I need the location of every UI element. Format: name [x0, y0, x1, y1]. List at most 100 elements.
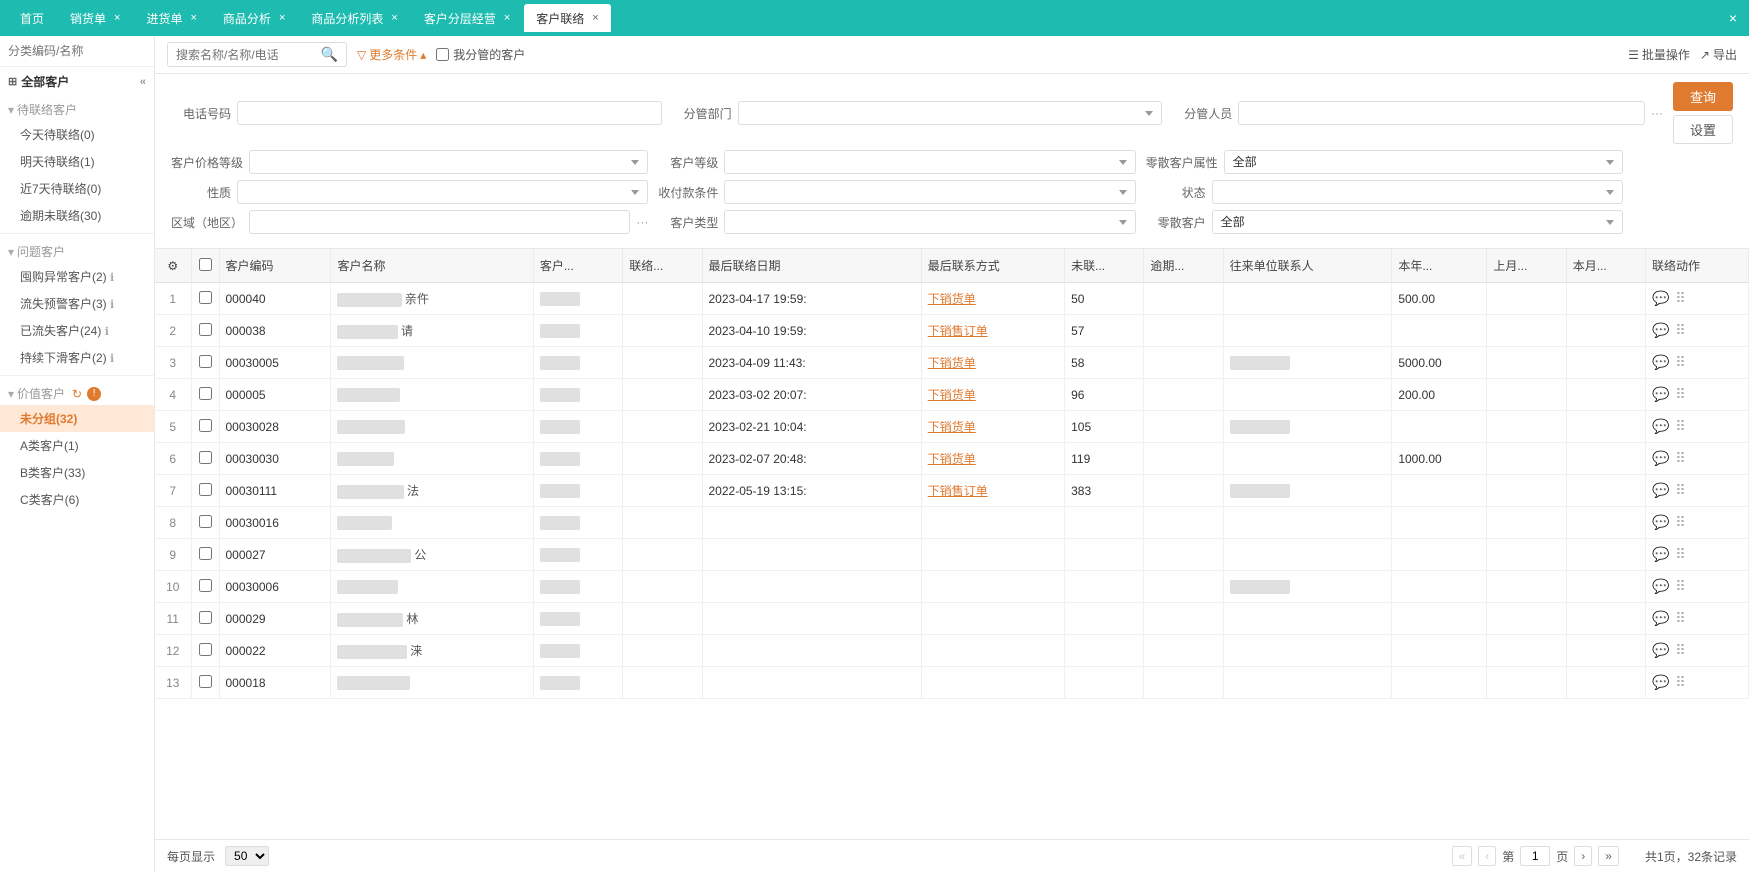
th-name[interactable]: 客户名称: [331, 249, 533, 283]
cell-last-contact-method-1[interactable]: 下销售订单: [921, 315, 1064, 347]
contact-action-icon-4[interactable]: 💬: [1652, 418, 1669, 435]
contact-method-link-2[interactable]: 下销货单: [928, 356, 976, 370]
nav-customer-contact[interactable]: 客户联络 ×: [524, 4, 610, 32]
contact-action-icon-3[interactable]: 💬: [1652, 386, 1669, 403]
th-contact-person[interactable]: 往来单位联系人: [1223, 249, 1392, 283]
nav-product-analysis-list[interactable]: 商品分析列表 ×: [299, 4, 409, 32]
payment-select[interactable]: [724, 180, 1135, 204]
more-action-icon-3[interactable]: ⠿: [1675, 386, 1685, 403]
search-button[interactable]: 查询: [1673, 82, 1733, 111]
export-button[interactable]: ↗ 导出: [1700, 46, 1737, 63]
prev-page-btn[interactable]: ‹: [1478, 846, 1496, 866]
cell-checkbox-4[interactable]: [191, 411, 219, 443]
more-action-icon-5[interactable]: ⠿: [1675, 450, 1685, 467]
contact-action-icon-8[interactable]: 💬: [1652, 546, 1669, 563]
region-dots[interactable]: ···: [636, 215, 648, 229]
manager-input[interactable]: [1238, 101, 1645, 125]
customer-tier-close[interactable]: ×: [504, 12, 510, 24]
cell-checkbox-1[interactable]: [191, 315, 219, 347]
row-checkbox-1[interactable]: [199, 323, 212, 336]
contact-action-icon-10[interactable]: 💬: [1652, 610, 1669, 627]
contact-action-icon-7[interactable]: 💬: [1652, 514, 1669, 531]
cell-last-contact-method-9[interactable]: [921, 571, 1064, 603]
nature-select[interactable]: [237, 180, 648, 204]
sidebar-item-overdue-contact[interactable]: 逾期未联络(30): [0, 202, 154, 229]
nav-sales[interactable]: 销货单 ×: [58, 4, 132, 32]
per-page-select[interactable]: 50: [225, 846, 269, 866]
my-customers-checkbox[interactable]: 我分管的客户: [436, 46, 525, 63]
cell-last-contact-method-7[interactable]: [921, 507, 1064, 539]
contact-action-icon-0[interactable]: 💬: [1652, 290, 1669, 307]
product-analysis-close[interactable]: ×: [279, 12, 285, 24]
cell-last-contact-method-0[interactable]: 下销货单: [921, 283, 1064, 315]
cell-checkbox-7[interactable]: [191, 507, 219, 539]
cell-checkbox-9[interactable]: [191, 571, 219, 603]
more-action-icon-12[interactable]: ⠿: [1675, 674, 1685, 691]
more-action-icon-8[interactable]: ⠿: [1675, 546, 1685, 563]
price-tier-select[interactable]: [249, 150, 648, 174]
th-checkbox[interactable]: [191, 249, 219, 283]
sidebar-item-churned[interactable]: 已流失客户(24) ℹ: [0, 317, 154, 344]
group-pending-contact[interactable]: 待联络客户: [0, 96, 154, 121]
customer-tier-select[interactable]: [724, 150, 1135, 174]
contact-method-link-0[interactable]: 下销货单: [928, 292, 976, 306]
batch-ops-button[interactable]: ☰ 批量操作: [1628, 46, 1690, 63]
sidebar-item-b-class[interactable]: B类客户(33): [0, 459, 154, 486]
all-customers-header[interactable]: ⊞ 全部客户 «: [0, 67, 154, 96]
more-action-icon-4[interactable]: ⠿: [1675, 418, 1685, 435]
cell-last-contact-method-4[interactable]: 下销货单: [921, 411, 1064, 443]
cell-checkbox-11[interactable]: [191, 635, 219, 667]
row-checkbox-5[interactable]: [199, 451, 212, 464]
cell-last-contact-method-11[interactable]: [921, 635, 1064, 667]
cell-last-contact-method-6[interactable]: 下销售订单: [921, 475, 1064, 507]
product-analysis-list-close[interactable]: ×: [391, 12, 397, 24]
row-checkbox-9[interactable]: [199, 579, 212, 592]
my-customers-check[interactable]: [436, 48, 449, 61]
phone-input[interactable]: [237, 101, 662, 125]
more-action-icon-0[interactable]: ⠿: [1675, 290, 1685, 307]
sidebar-item-today-contact[interactable]: 今天待联络(0): [0, 121, 154, 148]
last-page-btn[interactable]: »: [1598, 846, 1619, 866]
customer-type-select[interactable]: [724, 210, 1135, 234]
contact-method-link-5[interactable]: 下销货单: [928, 452, 976, 466]
row-checkbox-6[interactable]: [199, 483, 212, 496]
contact-method-link-3[interactable]: 下销货单: [928, 388, 976, 402]
cell-checkbox-10[interactable]: [191, 603, 219, 635]
close-all-button[interactable]: ×: [1725, 6, 1741, 30]
sidebar-item-tomorrow-contact[interactable]: 明天待联络(1): [0, 148, 154, 175]
nav-home[interactable]: 首页: [8, 4, 56, 32]
contact-action-icon-9[interactable]: 💬: [1652, 578, 1669, 595]
cell-checkbox-6[interactable]: [191, 475, 219, 507]
more-action-icon-9[interactable]: ⠿: [1675, 578, 1685, 595]
page-input[interactable]: [1520, 846, 1550, 866]
sidebar-item-declining[interactable]: 持续下滑客户(2) ℹ: [0, 344, 154, 371]
sidebar-collapse-btn[interactable]: «: [140, 76, 146, 88]
cell-last-contact-method-8[interactable]: [921, 539, 1064, 571]
first-page-btn[interactable]: «: [1452, 846, 1473, 866]
contact-method-link-4[interactable]: 下销货单: [928, 420, 976, 434]
retail-attr-select[interactable]: 全部: [1224, 150, 1623, 174]
refresh-icon[interactable]: ↻: [72, 387, 82, 401]
contact-action-icon-11[interactable]: 💬: [1652, 642, 1669, 659]
retail-customer-select[interactable]: 全部: [1212, 210, 1623, 234]
more-action-icon-2[interactable]: ⠿: [1675, 354, 1685, 371]
select-all-checkbox[interactable]: [199, 258, 212, 271]
th-type[interactable]: 客户...: [533, 249, 622, 283]
nav-product-analysis[interactable]: 商品分析 ×: [211, 4, 297, 32]
th-this-year[interactable]: 本年...: [1392, 249, 1487, 283]
more-action-icon-11[interactable]: ⠿: [1675, 642, 1685, 659]
th-gear[interactable]: ⚙: [155, 249, 191, 283]
more-action-icon-7[interactable]: ⠿: [1675, 514, 1685, 531]
row-checkbox-10[interactable]: [199, 611, 212, 624]
purchase-close[interactable]: ×: [190, 12, 196, 24]
row-checkbox-4[interactable]: [199, 419, 212, 432]
row-checkbox-0[interactable]: [199, 291, 212, 304]
sidebar-item-ungroup[interactable]: 未分组(32): [0, 405, 154, 432]
cell-checkbox-2[interactable]: [191, 347, 219, 379]
sidebar-item-c-class[interactable]: C类客户(6): [0, 486, 154, 513]
contact-method-link-6[interactable]: 下销售订单: [928, 484, 988, 498]
row-checkbox-7[interactable]: [199, 515, 212, 528]
contact-action-icon-1[interactable]: 💬: [1652, 322, 1669, 339]
nav-customer-tier[interactable]: 客户分层经营 ×: [412, 4, 522, 32]
filter-search-input[interactable]: [176, 48, 317, 62]
